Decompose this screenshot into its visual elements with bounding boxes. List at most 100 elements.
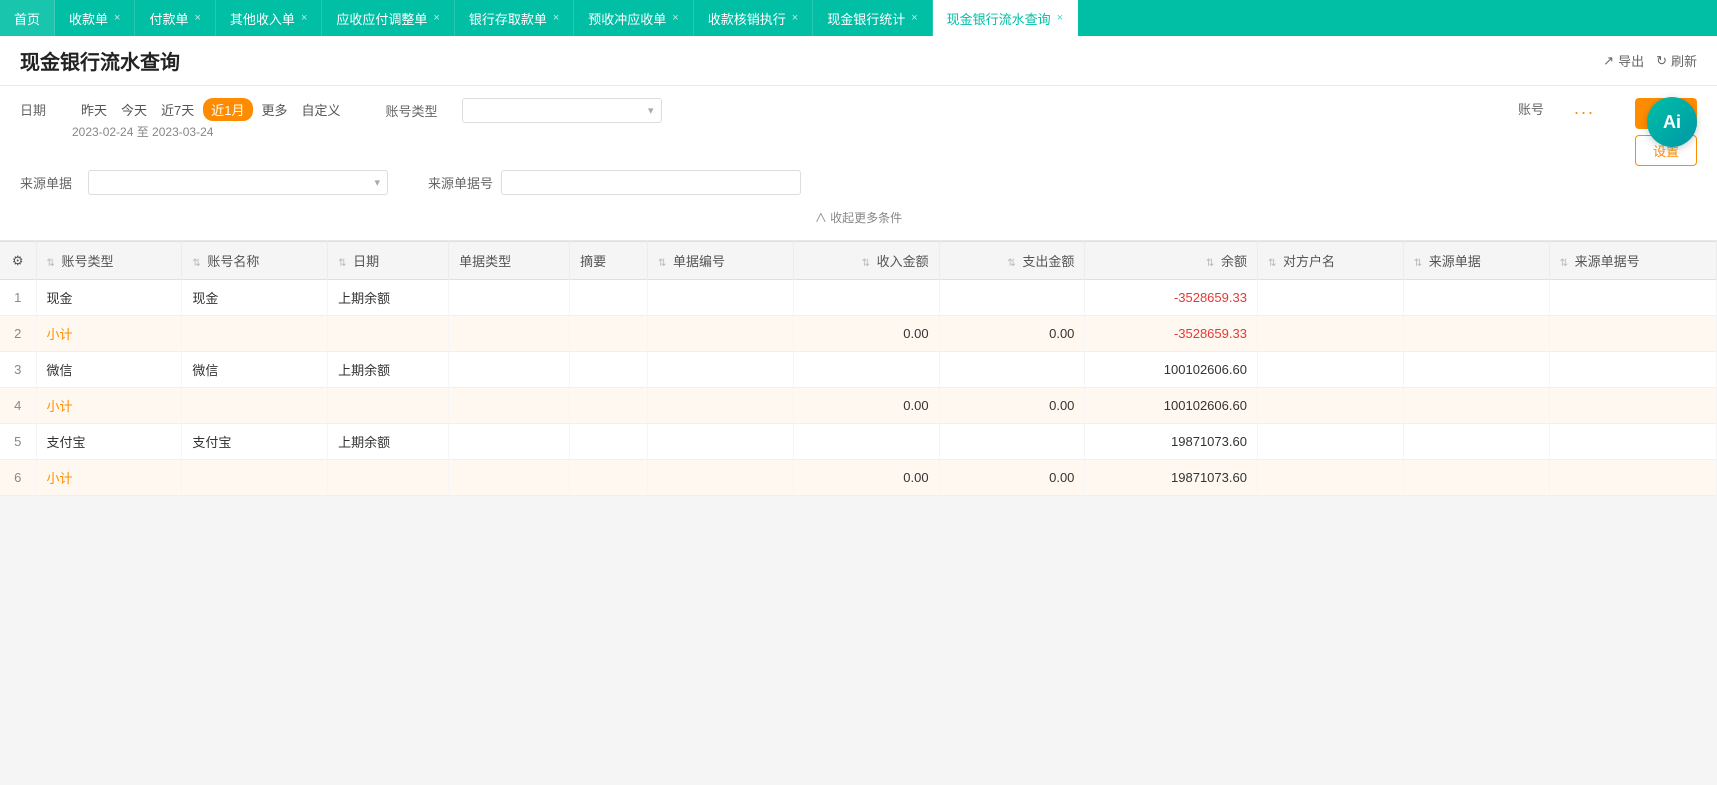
- nav-item-pre-receipt[interactable]: 预收冲应收单×: [574, 0, 693, 36]
- table-cell: 支付宝: [36, 424, 182, 460]
- source-doc-select[interactable]: [88, 170, 388, 195]
- table-cell: 现金: [182, 280, 328, 316]
- date-opt-today[interactable]: 今天: [116, 98, 152, 121]
- table-cell: [1549, 424, 1716, 460]
- account-type-select[interactable]: [462, 98, 662, 123]
- nav-item-home[interactable]: 首页: [0, 0, 55, 36]
- close-icon-ar-ap-adjust[interactable]: ×: [433, 12, 439, 24]
- source-doc-num-input[interactable]: [501, 170, 801, 195]
- table-row: 6小计0.000.0019871073.60: [0, 460, 1717, 496]
- table-cell: [1257, 280, 1403, 316]
- date-range-display: 2023-02-24 至 2023-03-24: [72, 125, 213, 139]
- ai-badge[interactable]: Ai: [1647, 97, 1697, 147]
- table-cell: [647, 316, 793, 352]
- table-cell: [1257, 460, 1403, 496]
- table-cell: [449, 280, 570, 316]
- table-cell: 微信: [36, 352, 182, 388]
- table-cell: 小计: [36, 316, 182, 352]
- sort-icon-source-doc: ⇅: [1414, 258, 1422, 269]
- collapse-row[interactable]: ∧ 收起更多条件: [20, 205, 1697, 232]
- table-cell: 0.00: [793, 460, 939, 496]
- close-icon-bank-deposit[interactable]: ×: [553, 12, 559, 24]
- sort-icon-date: ⇅: [338, 258, 346, 269]
- close-icon-payment[interactable]: ×: [194, 12, 200, 24]
- refresh-button[interactable]: ↻ 刷新: [1656, 51, 1697, 70]
- table-cell: 4: [0, 388, 36, 424]
- nav-item-payment[interactable]: 付款单×: [135, 0, 215, 36]
- nav-item-cash-stats[interactable]: 现金银行统计×: [813, 0, 932, 36]
- nav-item-receipt[interactable]: 收款单×: [55, 0, 135, 36]
- table-cell: [647, 352, 793, 388]
- date-opt-custom[interactable]: 自定义: [297, 98, 346, 121]
- table-cell: 小计: [36, 388, 182, 424]
- table-cell: [1549, 280, 1716, 316]
- page-title: 现金银行流水查询: [20, 46, 180, 75]
- close-icon-cash-stats[interactable]: ×: [911, 12, 917, 24]
- sort-icon-doc-num: ⇅: [658, 258, 666, 269]
- nav-item-other-income[interactable]: 其他收入单×: [216, 0, 322, 36]
- account-type-select-wrapper: [462, 98, 662, 123]
- nav-item-bank-deposit[interactable]: 银行存取款单×: [455, 0, 574, 36]
- table-cell: -3528659.33: [1085, 316, 1258, 352]
- table-row: 2小计0.000.00-3528659.33: [0, 316, 1717, 352]
- table-cell: [1549, 352, 1716, 388]
- close-icon-cash-flow[interactable]: ×: [1057, 12, 1063, 24]
- close-icon-write-off[interactable]: ×: [792, 12, 798, 24]
- th-source-doc[interactable]: ⇅ 来源单据: [1403, 242, 1549, 280]
- nav-item-ar-ap-adjust[interactable]: 应收应付调整单×: [322, 0, 454, 36]
- gear-icon: ⚙: [12, 253, 24, 268]
- table-cell: [1257, 316, 1403, 352]
- th-balance[interactable]: ⇅ 余额: [1085, 242, 1258, 280]
- table-row: 1现金现金上期余额-3528659.33: [0, 280, 1717, 316]
- close-icon-receipt[interactable]: ×: [114, 12, 120, 24]
- date-opt-7days[interactable]: 近7天: [156, 98, 199, 121]
- th-source-doc-num[interactable]: ⇅ 来源单据号: [1549, 242, 1716, 280]
- close-icon-other-income[interactable]: ×: [301, 12, 307, 24]
- th-income[interactable]: ⇅ 收入金额: [793, 242, 939, 280]
- sort-icon-source-doc-num: ⇅: [1560, 258, 1568, 269]
- table-cell: 小计: [36, 460, 182, 496]
- table-cell: 2: [0, 316, 36, 352]
- export-button[interactable]: ↗ 导出: [1603, 51, 1644, 70]
- table-cell: [449, 388, 570, 424]
- th-gear[interactable]: ⚙: [0, 242, 36, 280]
- th-date[interactable]: ⇅ 日期: [328, 242, 449, 280]
- export-icon: ↗: [1603, 53, 1614, 69]
- date-opt-more[interactable]: 更多: [257, 98, 293, 121]
- table-row: 5支付宝支付宝上期余额19871073.60: [0, 424, 1717, 460]
- date-opt-1month[interactable]: 近1月: [203, 98, 252, 121]
- th-account-name[interactable]: ⇅ 账号名称: [182, 242, 328, 280]
- close-icon-pre-receipt[interactable]: ×: [672, 12, 678, 24]
- table-cell: 0.00: [939, 316, 1085, 352]
- table-cell: [570, 424, 648, 460]
- date-opt-yesterday[interactable]: 昨天: [76, 98, 112, 121]
- table-cell: 19871073.60: [1085, 460, 1258, 496]
- table-cell: 微信: [182, 352, 328, 388]
- th-account-type[interactable]: ⇅ 账号类型: [36, 242, 182, 280]
- table-header-row: ⚙ ⇅ 账号类型 ⇅ 账号名称 ⇅ 日期 单据类型 摘要: [0, 242, 1717, 280]
- th-doc-type: 单据类型: [449, 242, 570, 280]
- table-cell: [449, 460, 570, 496]
- source-doc-num-label: 来源单据号: [428, 173, 493, 192]
- collapse-icon: ∧: [815, 211, 827, 225]
- table-cell: [793, 352, 939, 388]
- table-cell: 上期余额: [328, 352, 449, 388]
- table-cell: [182, 316, 328, 352]
- table-cell: [328, 388, 449, 424]
- table-cell: [1257, 424, 1403, 460]
- th-counterpart[interactable]: ⇅ 对方户名: [1257, 242, 1403, 280]
- date-section: 日期 昨天 今天 近7天 近1月 更多 自定义 2023-02-24 至 202…: [20, 98, 346, 140]
- account-type-label: 账号类型: [386, 101, 446, 120]
- table-cell: [570, 316, 648, 352]
- table-cell: [1403, 352, 1549, 388]
- sort-icon-balance: ⇅: [1206, 258, 1214, 269]
- filter-area: 日期 昨天 今天 近7天 近1月 更多 自定义 2023-02-24 至 202…: [0, 86, 1717, 241]
- table-cell: [449, 352, 570, 388]
- date-options: 昨天 今天 近7天 近1月 更多 自定义: [76, 98, 346, 121]
- account-dots[interactable]: ...: [1574, 98, 1595, 119]
- nav-item-cash-flow[interactable]: 现金银行流水查询×: [933, 0, 1078, 36]
- nav-item-write-off[interactable]: 收款核销执行×: [694, 0, 813, 36]
- th-expense[interactable]: ⇅ 支出金额: [939, 242, 1085, 280]
- page-header: 现金银行流水查询 ↗ 导出 ↻ 刷新: [0, 36, 1717, 86]
- th-doc-num[interactable]: ⇅ 单据编号: [647, 242, 793, 280]
